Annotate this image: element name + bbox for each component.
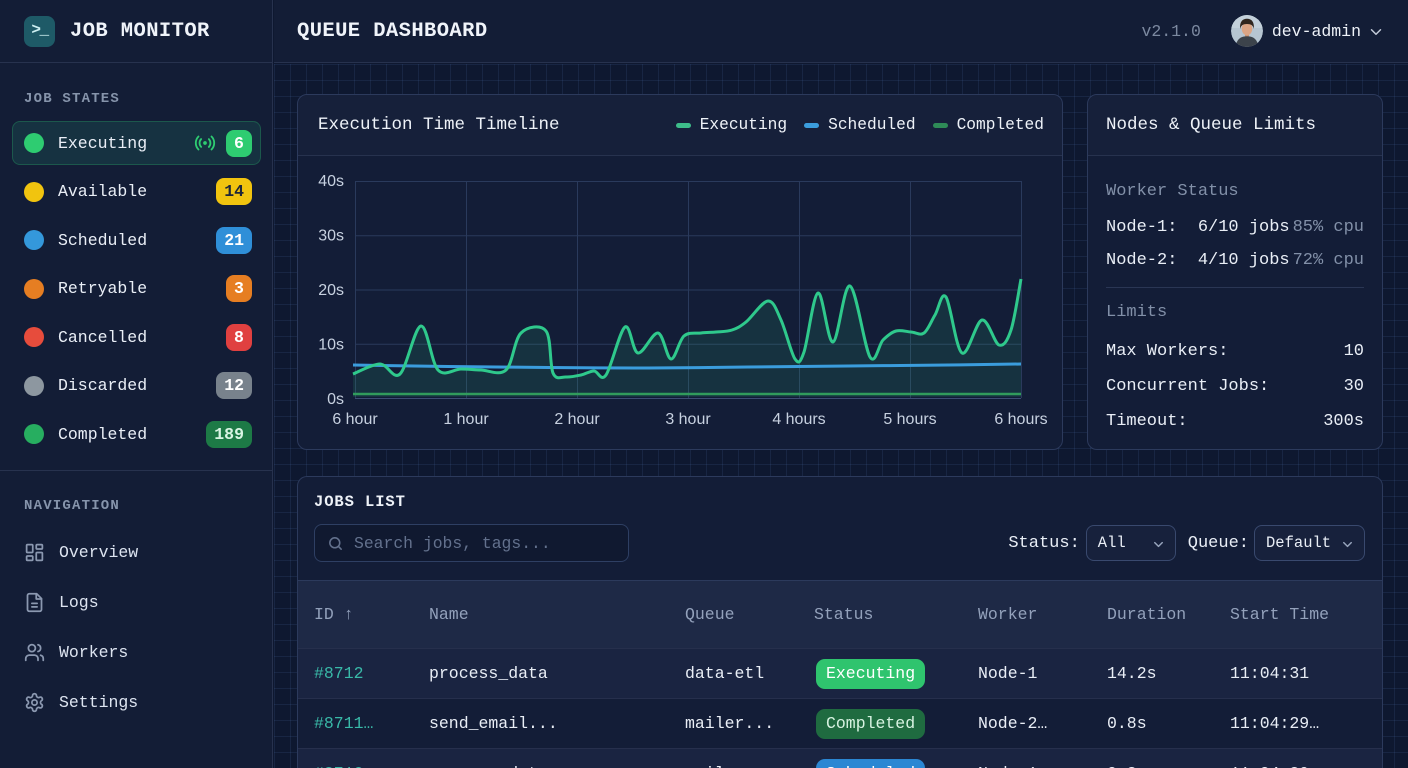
svg-text:0s: 0s [327, 391, 344, 408]
svg-text:3 hour: 3 hour [665, 411, 711, 428]
svg-text:2 hour: 2 hour [554, 411, 600, 428]
svg-text:1 hour: 1 hour [443, 411, 489, 428]
svg-text:6 hours: 6 hours [994, 411, 1047, 428]
svg-text:30s: 30s [318, 228, 344, 245]
svg-text:5 hours: 5 hours [883, 411, 936, 428]
svg-text:6 hour: 6 hour [332, 411, 378, 428]
svg-text:4 hours: 4 hours [772, 411, 825, 428]
svg-text:10s: 10s [318, 337, 344, 354]
svg-text:40s: 40s [318, 173, 344, 190]
svg-text:20s: 20s [318, 282, 344, 299]
